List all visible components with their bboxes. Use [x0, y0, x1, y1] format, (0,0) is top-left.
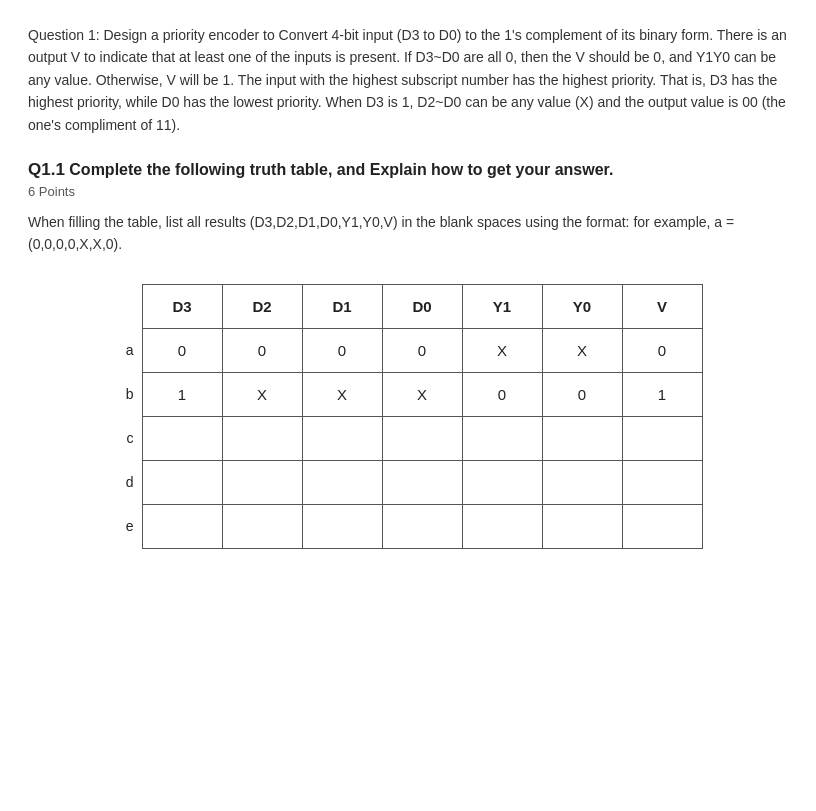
table-cell-c-6: [622, 416, 702, 460]
table-cell-a-6: 0: [622, 328, 702, 372]
table-row: 1XXX001: [142, 372, 702, 416]
table-header-d3: D3: [142, 284, 222, 328]
section-title-rest: Complete the following truth table, and …: [65, 161, 613, 178]
table-row: [142, 416, 702, 460]
table-header-y0: Y0: [542, 284, 622, 328]
table-cell-d-1: [222, 460, 302, 504]
table-cell-a-3: 0: [382, 328, 462, 372]
table-cell-c-0: [142, 416, 222, 460]
table-cell-e-6: [622, 504, 702, 548]
section-title: Q1.1 Complete the following truth table,…: [28, 160, 788, 180]
table-body: 0000XX01XXX001: [142, 328, 702, 548]
table-cell-c-5: [542, 416, 622, 460]
table-header-y1: Y1: [462, 284, 542, 328]
table-cell-d-2: [302, 460, 382, 504]
row-label-d: d: [114, 460, 142, 504]
row-labels: abcde: [114, 284, 142, 548]
table-cell-c-2: [302, 416, 382, 460]
table-cell-a-5: X: [542, 328, 622, 372]
table-cell-d-4: [462, 460, 542, 504]
instruction-text: When filling the table, list all results…: [28, 211, 788, 256]
table-cell-e-1: [222, 504, 302, 548]
truth-table-wrapper: abcde D3D2D1D0Y1Y0V 0000XX01XXX001: [114, 284, 703, 549]
table-cell-a-1: 0: [222, 328, 302, 372]
truth-table: D3D2D1D0Y1Y0V 0000XX01XXX001: [142, 284, 703, 549]
section-block: Q1.1 Complete the following truth table,…: [28, 160, 788, 256]
table-cell-d-0: [142, 460, 222, 504]
table-cell-d-3: [382, 460, 462, 504]
table-header-d2: D2: [222, 284, 302, 328]
table-cell-b-2: X: [302, 372, 382, 416]
table-cell-a-2: 0: [302, 328, 382, 372]
table-cell-b-3: X: [382, 372, 462, 416]
table-cell-b-0: 1: [142, 372, 222, 416]
table-cell-b-4: 0: [462, 372, 542, 416]
table-cell-d-6: [622, 460, 702, 504]
table-row: [142, 504, 702, 548]
table-cell-c-1: [222, 416, 302, 460]
table-cell-a-0: 0: [142, 328, 222, 372]
row-label-b: b: [114, 372, 142, 416]
table-cell-b-1: X: [222, 372, 302, 416]
table-cell-c-4: [462, 416, 542, 460]
table-header-d1: D1: [302, 284, 382, 328]
table-cell-c-3: [382, 416, 462, 460]
table-cell-e-2: [302, 504, 382, 548]
table-row: [142, 460, 702, 504]
table-cell-e-0: [142, 504, 222, 548]
section-title-bold: Q1.1: [28, 160, 65, 179]
row-label-c: c: [114, 416, 142, 460]
table-cell-b-6: 1: [622, 372, 702, 416]
points-label: 6 Points: [28, 184, 788, 199]
table-cell-a-4: X: [462, 328, 542, 372]
row-label-e: e: [114, 504, 142, 548]
row-label-a: a: [114, 328, 142, 372]
table-cell-e-3: [382, 504, 462, 548]
table-cell-b-5: 0: [542, 372, 622, 416]
question-text: Question 1: Design a priority encoder to…: [28, 24, 788, 136]
table-container: abcde D3D2D1D0Y1Y0V 0000XX01XXX001: [28, 284, 788, 549]
table-row: 0000XX0: [142, 328, 702, 372]
table-cell-e-5: [542, 504, 622, 548]
table-header-v: V: [622, 284, 702, 328]
table-header-d0: D0: [382, 284, 462, 328]
table-header-row: D3D2D1D0Y1Y0V: [142, 284, 702, 328]
table-cell-d-5: [542, 460, 622, 504]
table-cell-e-4: [462, 504, 542, 548]
question-intro: Question 1: Design a priority encoder to…: [28, 24, 788, 136]
